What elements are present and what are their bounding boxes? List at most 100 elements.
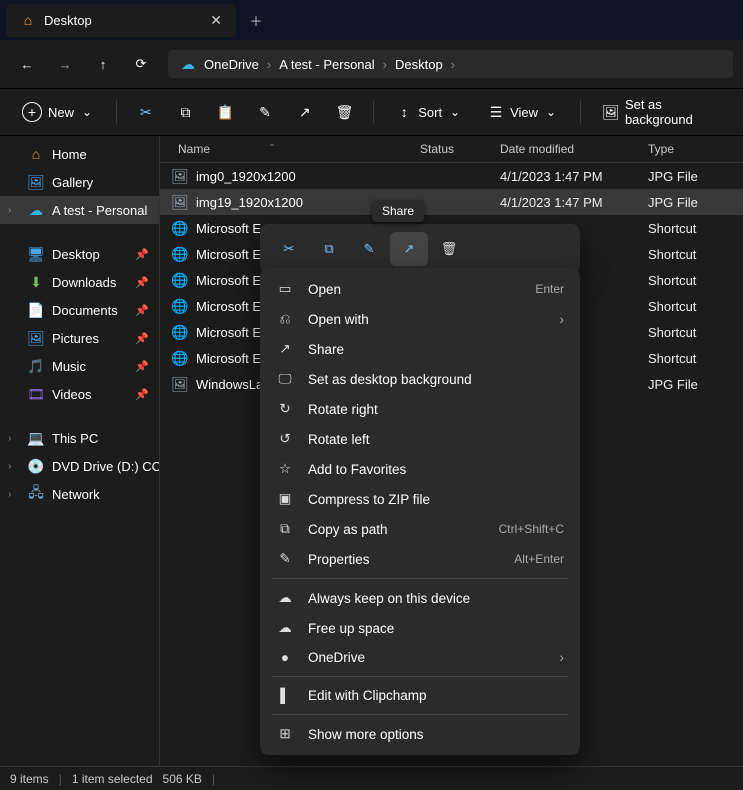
- file-row[interactable]: 🖼img19_1920x12004/1/2023 1:47 PMJPG File: [160, 189, 743, 215]
- chevron-right-icon: ›: [8, 205, 11, 216]
- refresh-button[interactable]: ⟳: [124, 47, 158, 81]
- delete-button[interactable]: 🗑: [328, 98, 362, 126]
- crumb-desktop[interactable]: Desktop: [395, 57, 443, 72]
- col-name[interactable]: Nameˆ: [160, 142, 420, 156]
- file-type: JPG File: [640, 169, 743, 184]
- sort-button[interactable]: ↕ Sort ⌄: [386, 98, 472, 126]
- dl-icon: ⬇: [28, 274, 44, 290]
- sidebar-item-gallery[interactable]: 🖼Gallery: [0, 168, 159, 196]
- pin-icon: 📌: [135, 388, 149, 401]
- doc-icon: 📄: [28, 302, 44, 318]
- mini-copy-button[interactable]: ⧉: [310, 232, 348, 266]
- mini-rename-button[interactable]: ✎: [350, 232, 388, 266]
- chevron-right-icon: ›: [560, 312, 565, 327]
- close-icon[interactable]: ✕: [210, 12, 222, 29]
- sidebar-item-label: Desktop: [52, 247, 100, 262]
- ctx-free-up-space[interactable]: ☁Free up space: [260, 613, 580, 643]
- file-icon: 🌐: [172, 324, 188, 340]
- column-headers[interactable]: Nameˆ Status Date modified Type: [160, 136, 743, 163]
- cloud-icon: ☁: [180, 56, 196, 72]
- file-type: Shortcut: [640, 299, 743, 314]
- ctx-add-to-favorites[interactable]: ☆Add to Favorites: [260, 454, 580, 484]
- image-icon: 🖼: [603, 104, 619, 120]
- breadcrumb[interactable]: ☁ OneDrive › A test - Personal › Desktop…: [168, 50, 733, 78]
- sidebar-item-a-test-personal[interactable]: ›☁A test - Personal: [0, 196, 159, 224]
- ctx-rotate-left[interactable]: ↺Rotate left: [260, 424, 580, 454]
- ctx-share[interactable]: ↗Share: [260, 334, 580, 364]
- file-name: Microsoft E: [196, 273, 261, 288]
- sidebar-item-videos[interactable]: 🎞Videos📌: [0, 380, 159, 408]
- pin-icon: 📌: [135, 332, 149, 345]
- crumb-onedrive[interactable]: OneDrive: [204, 57, 259, 72]
- tab-desktop[interactable]: ⌂ Desktop ✕: [6, 4, 236, 37]
- file-icon: 🖼: [172, 194, 188, 210]
- view-button[interactable]: ☰ View ⌄: [478, 98, 568, 126]
- ctx-open-with[interactable]: ⎌Open with›: [260, 304, 580, 334]
- file-name: Microsoft E: [196, 299, 261, 314]
- ctx-rotate-right[interactable]: ↻Rotate right: [260, 394, 580, 424]
- sidebar-item-network[interactable]: ›🖧Network: [0, 480, 159, 508]
- file-type: JPG File: [640, 377, 743, 392]
- cloud-icon: ☁: [28, 202, 44, 218]
- sidebar-item-this-pc[interactable]: ›💻This PC: [0, 424, 159, 452]
- file-row[interactable]: 🖼img0_1920x12004/1/2023 1:47 PMJPG File: [160, 163, 743, 189]
- new-button[interactable]: + New ⌄: [12, 96, 104, 128]
- status-bar: 9 items | 1 item selected 506 KB |: [0, 766, 743, 790]
- crumb-atest[interactable]: A test - Personal: [279, 57, 374, 72]
- sidebar-item-music[interactable]: 🎵Music📌: [0, 352, 159, 380]
- set-background-button[interactable]: 🖼 Set as background: [593, 91, 731, 133]
- chevron-down-icon: ⌄: [80, 105, 94, 119]
- separator: [272, 676, 568, 677]
- share-button[interactable]: ↗: [288, 98, 322, 126]
- separator: [580, 100, 581, 124]
- ctx-onedrive[interactable]: ●OneDrive›: [260, 643, 580, 672]
- ctx-icon: ⧉: [276, 521, 294, 537]
- rename-button[interactable]: ✎: [248, 98, 282, 126]
- sidebar-item-label: Home: [52, 147, 87, 162]
- sidebar-item-downloads[interactable]: ⬇Downloads📌: [0, 268, 159, 296]
- back-button[interactable]: ←: [10, 47, 44, 81]
- ctx-copy-as-path[interactable]: ⧉Copy as pathCtrl+Shift+C: [260, 514, 580, 544]
- sidebar-item-label: Network: [52, 487, 100, 502]
- file-name: Microsoft E: [196, 325, 261, 340]
- col-status[interactable]: Status: [420, 142, 500, 156]
- ctx-label: Open with: [308, 312, 546, 327]
- sidebar-item-documents[interactable]: 📄Documents📌: [0, 296, 159, 324]
- sidebar-item-dvd-drive-d-ccc[interactable]: ›💿DVD Drive (D:) CCC: [0, 452, 159, 480]
- ctx-set-as-desktop-background[interactable]: 🖵Set as desktop background: [260, 364, 580, 394]
- sidebar-item-pictures[interactable]: 🖼Pictures📌: [0, 324, 159, 352]
- pin-icon: 📌: [135, 248, 149, 261]
- trash-icon: 🗑: [441, 241, 458, 257]
- copy-button[interactable]: ⧉: [169, 98, 203, 126]
- cut-button[interactable]: ✂: [129, 98, 163, 126]
- chevron-right-icon: ›: [8, 433, 11, 444]
- paste-button[interactable]: 📋: [208, 98, 242, 126]
- up-button[interactable]: ↑: [86, 47, 120, 81]
- ctx-properties[interactable]: ✎PropertiesAlt+Enter: [260, 544, 580, 574]
- view-icon: ☰: [488, 104, 504, 120]
- ctx-show-more-options[interactable]: ⊞Show more options: [260, 719, 580, 749]
- ctx-open[interactable]: ▭OpenEnter: [260, 274, 580, 304]
- ctx-shortcut: Enter: [535, 282, 564, 296]
- ctx-edit-with-clipchamp[interactable]: ▌Edit with Clipchamp: [260, 681, 580, 710]
- ctx-label: Share: [308, 342, 564, 357]
- file-type: Shortcut: [640, 273, 743, 288]
- pin-icon: 📌: [135, 304, 149, 317]
- chevron-right-icon: ›: [383, 57, 387, 72]
- mini-share-button[interactable]: ↗: [390, 232, 428, 266]
- col-date[interactable]: Date modified: [500, 142, 640, 156]
- mini-cut-button[interactable]: ✂: [270, 232, 308, 266]
- sidebar-item-label: Downloads: [52, 275, 116, 290]
- col-type[interactable]: Type: [640, 142, 743, 156]
- sidebar-item-desktop[interactable]: 🖥Desktop📌: [0, 240, 159, 268]
- status-size: 506 KB: [163, 772, 202, 786]
- ctx-compress-to-zip-file[interactable]: ▣Compress to ZIP file: [260, 484, 580, 514]
- ctx-label: Edit with Clipchamp: [308, 688, 564, 703]
- rename-icon: ✎: [364, 241, 375, 257]
- separator: [373, 100, 374, 124]
- ctx-always-keep-on-this-device[interactable]: ☁Always keep on this device: [260, 583, 580, 613]
- mini-delete-button[interactable]: 🗑: [430, 232, 468, 266]
- sidebar-item-home[interactable]: ⌂Home: [0, 140, 159, 168]
- new-tab-button[interactable]: ＋: [242, 6, 270, 34]
- file-icon: 🌐: [172, 272, 188, 288]
